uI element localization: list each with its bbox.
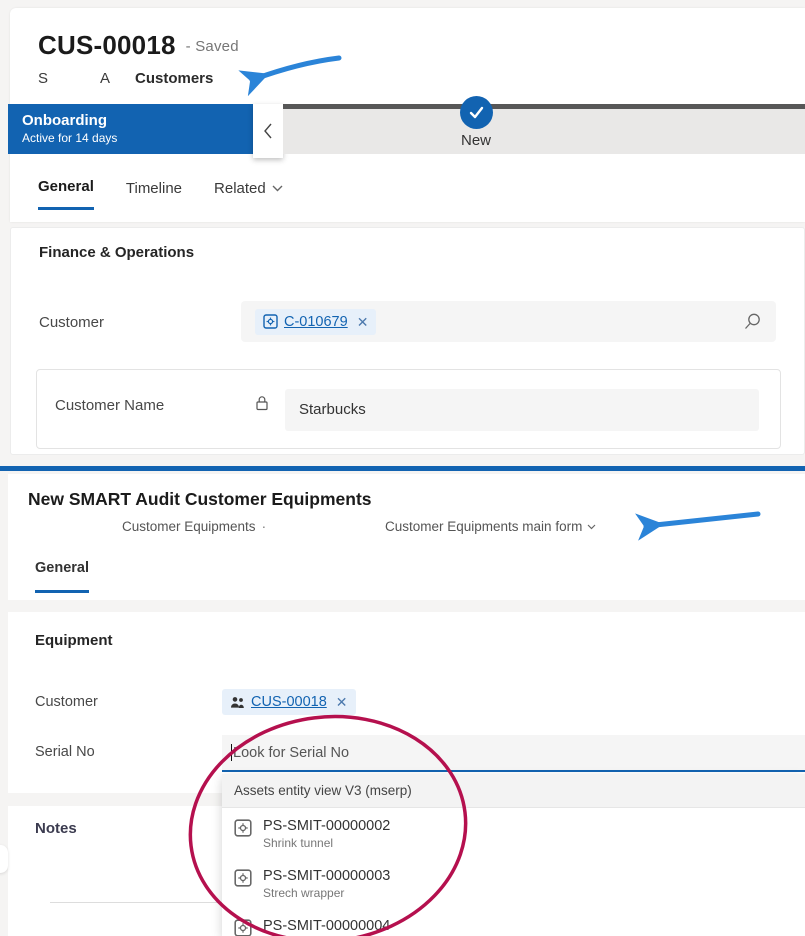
bpf-collapse-button[interactable] — [253, 104, 283, 158]
checkmark-icon — [468, 105, 485, 120]
remove-customer-icon[interactable]: ✕ — [357, 315, 369, 329]
asset-id: PS-SMIT-00000002 — [263, 818, 391, 834]
save-status: - Saved — [185, 38, 239, 55]
customer-record-link[interactable]: C-010679 — [284, 314, 348, 330]
asset-id: PS-SMIT-00000003 — [263, 868, 391, 884]
entity-name-label: Customer Equipments — [122, 519, 256, 534]
lookup-view-header[interactable]: Assets entity view V3 (mserp) — [222, 774, 805, 808]
equipment-customer-field[interactable]: CUS-00018 ✕ — [222, 689, 356, 715]
section-divider — [0, 466, 805, 471]
tab-timeline[interactable]: Timeline — [126, 178, 182, 210]
equipment-section-title: Equipment — [35, 632, 113, 649]
search-icon — [743, 312, 762, 331]
asset-name: Shrink tunnel — [263, 836, 334, 850]
bpf-stage-check-button[interactable] — [460, 96, 493, 129]
asset-entity-icon — [234, 919, 252, 936]
tab-timeline-label: Timeline — [125, 179, 183, 197]
fno-entity-icon — [263, 314, 278, 329]
customer-name-input[interactable]: Starbucks — [285, 389, 759, 431]
business-process-flow: Onboarding Active for 14 days New — [8, 96, 805, 158]
serial-no-placeholder: Look for Serial No — [233, 744, 350, 761]
quick-create-header-card: New SMART Audit Customer Equipments Cust… — [8, 474, 805, 600]
tab-related-label: Related — [214, 179, 266, 197]
chevron-down-icon — [587, 524, 596, 530]
lookup-result-item[interactable]: PS-SMIT-00000003 Strech wrapper — [222, 858, 805, 908]
record-title: CUS-00018 - Saved — [38, 30, 239, 61]
finance-section-title: Finance & Operations — [39, 244, 195, 261]
lookup-search-button[interactable] — [743, 312, 762, 331]
customer-name-label: Customer Name — [55, 397, 165, 414]
app-canvas: CUS-00018 - Saved S A Customers General T… — [0, 0, 805, 936]
record-meta-field-1: S — [38, 70, 49, 87]
record-id: CUS-00018 — [38, 30, 176, 60]
form-selector-dropdown[interactable]: Customer Equipments main form — [385, 519, 596, 534]
lock-icon — [255, 395, 269, 411]
customer-lookup-pill: C-010679 ✕ — [255, 308, 377, 335]
bpf-stage-duration: Active for 14 days — [22, 131, 118, 145]
scroll-notch — [0, 845, 8, 873]
customer-field-label: Customer — [39, 314, 105, 331]
customer-name-card: Customer Name Starbucks — [36, 369, 781, 449]
text-cursor — [231, 744, 232, 761]
entity-breadcrumb: Customer Equipments · — [122, 519, 266, 534]
serial-lookup-flyout: Assets entity view V3 (mserp) PS-SMIT-00… — [222, 774, 805, 936]
tab-general[interactable]: General — [38, 178, 94, 210]
bpf-stage-name: Onboarding — [22, 112, 107, 129]
form-selector-label: Customer Equipments main form — [385, 519, 583, 534]
equipment-customer-link[interactable]: CUS-00018 — [251, 694, 327, 710]
lookup-result-item[interactable]: PS-SMIT-00000002 Shrink tunnel — [222, 808, 805, 858]
breadcrumb-separator: · — [261, 519, 267, 534]
equipment-customer-pill: CUS-00018 ✕ — [222, 689, 356, 715]
record-meta-field-2: A — [100, 70, 111, 87]
lookup-result-item[interactable]: PS-SMIT-00000004 — [222, 908, 805, 936]
chevron-down-icon — [272, 185, 283, 192]
equipment-section-card: Equipment Customer CUS-00018 ✕ Serial No — [8, 612, 805, 793]
chevron-left-icon — [263, 122, 273, 140]
asset-entity-icon — [234, 869, 252, 887]
finance-operations-card: Finance & Operations Customer C-010679 ✕ — [10, 227, 805, 455]
tab-general-quick-create[interactable]: General — [35, 560, 89, 593]
serial-no-label: Serial No — [35, 744, 95, 760]
tab-general-label: General — [38, 178, 94, 195]
tab-related[interactable]: Related — [214, 178, 283, 210]
bpf-active-stage[interactable]: Onboarding Active for 14 days — [8, 104, 253, 154]
record-meta-entity: Customers — [135, 70, 214, 87]
notes-section-title: Notes — [35, 820, 77, 837]
asset-name: Strech wrapper — [263, 886, 345, 900]
remove-equipment-customer-icon[interactable]: ✕ — [336, 695, 348, 709]
equipment-customer-label: Customer — [35, 694, 98, 710]
bpf-stage-track: New — [283, 96, 805, 154]
form-tabs: General Timeline Related — [38, 178, 283, 210]
customer-lookup-field[interactable]: C-010679 ✕ — [241, 301, 776, 342]
quick-create-title: New SMART Audit Customer Equipments — [28, 489, 372, 509]
asset-entity-icon — [234, 819, 252, 837]
people-icon — [230, 696, 245, 709]
serial-no-input[interactable]: Look for Serial No — [222, 735, 805, 772]
bpf-next-stage-label[interactable]: New — [441, 132, 511, 149]
asset-id: PS-SMIT-00000004 — [263, 918, 391, 934]
